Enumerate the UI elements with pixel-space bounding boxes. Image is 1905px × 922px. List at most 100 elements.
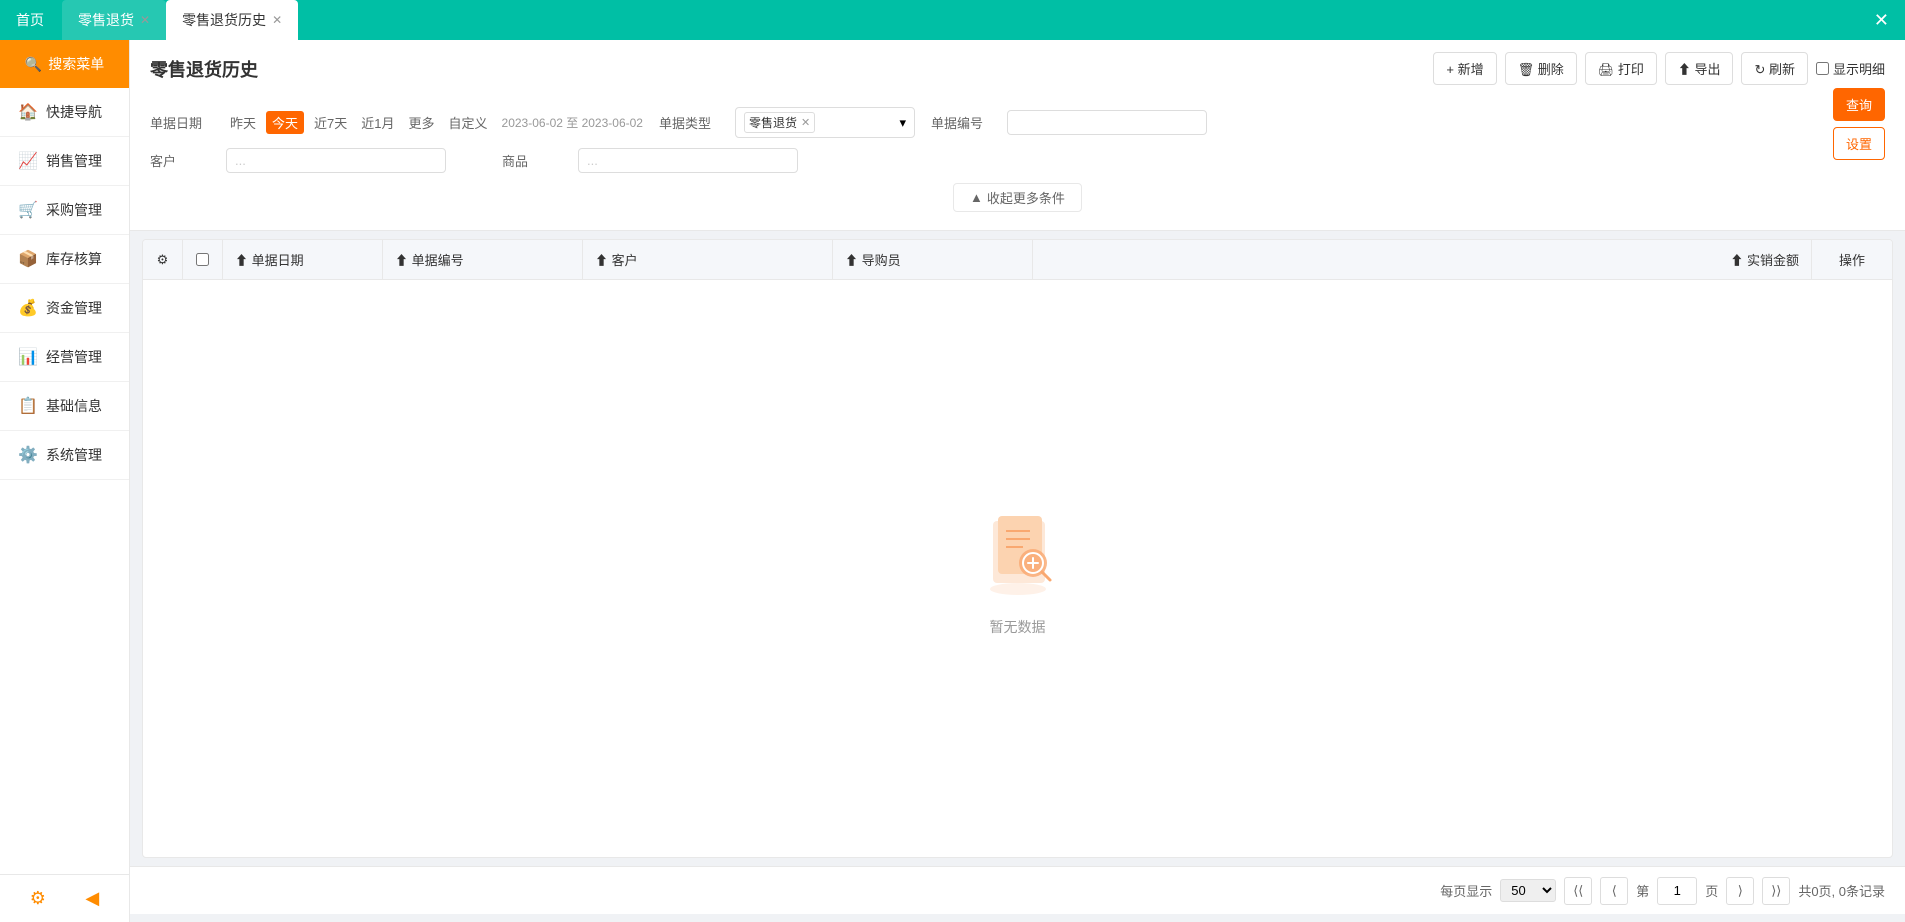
- per-page-label: 每页显示: [1440, 881, 1492, 900]
- date-filter-label: 单据日期: [150, 113, 210, 132]
- th-date[interactable]: ⬆ 单据日期: [223, 240, 383, 279]
- sidebar-item-inventory[interactable]: 📦 库存核算: [0, 235, 129, 284]
- collapse-sidebar-icon[interactable]: ◀: [85, 888, 99, 909]
- th-amount[interactable]: ⬆ 实销金额: [1033, 240, 1812, 279]
- setting-button[interactable]: 设置: [1833, 127, 1885, 160]
- sidebar-item-purchase[interactable]: 🛒 采购管理: [0, 186, 129, 235]
- goods-placeholder: ...: [587, 153, 598, 168]
- sidebar-item-system[interactable]: ⚙️ 系统管理: [0, 431, 129, 480]
- customer-placeholder: ...: [235, 153, 246, 168]
- total-text: 共0页, 0条记录: [1798, 881, 1885, 900]
- content-area: 零售退货历史 + 新增 🗑 删除 🖨 打印 ⬆ 导出 ↻ 刷新 显示明细 单据日…: [130, 40, 1905, 922]
- th-customer[interactable]: ⬆ 客户: [583, 240, 833, 279]
- page-number-input[interactable]: [1657, 877, 1697, 905]
- sidebar-item-purchase-label: 采购管理: [46, 200, 102, 220]
- show-detail-checkbox[interactable]: [1816, 62, 1829, 75]
- sidebar-item-sales[interactable]: 📈 销售管理: [0, 137, 129, 186]
- next-page-button[interactable]: ⟩: [1726, 877, 1754, 905]
- th-customer-label: ⬆ 客户: [595, 250, 638, 269]
- doc-type-tag: 零售退货 ✕: [744, 112, 815, 133]
- show-detail-checkbox-label[interactable]: 显示明细: [1816, 59, 1885, 78]
- th-number-label: ⬆ 单据编号: [395, 250, 464, 269]
- sidebar: 🔍 搜索菜单 🏠 快捷导航 📈 销售管理 🛒 采购管理 📦 库存核算 💰: [0, 40, 130, 922]
- tab-retail-return-label: 零售退货: [78, 10, 134, 30]
- collapse-button[interactable]: ▲ 收起更多条件: [953, 183, 1082, 212]
- top-bar: 首页 零售退货 ✕ 零售退货历史 ✕ ✕: [0, 0, 1905, 40]
- content-title-row: 零售退货历史 + 新增 🗑 删除 🖨 打印 ⬆ 导出 ↻ 刷新 显示明细: [150, 52, 1885, 85]
- sidebar-item-quick-nav-label: 快捷导航: [46, 102, 102, 122]
- sales-icon: 📈: [18, 151, 38, 171]
- query-setting-buttons: 查询 设置: [1833, 88, 1885, 160]
- sidebar-items: 🏠 快捷导航 📈 销售管理 🛒 采购管理 📦 库存核算 💰 资金管理 📊: [0, 88, 129, 874]
- tab-retail-return-history-label: 零售退货历史: [182, 10, 266, 30]
- customer-filter-label: 客户: [150, 151, 210, 170]
- collapse-row: ▲ 收起更多条件: [150, 183, 1885, 212]
- date-option-1month[interactable]: 近1月: [357, 111, 398, 134]
- print-button[interactable]: 🖨 打印: [1585, 52, 1657, 85]
- sidebar-item-finance-label: 资金管理: [46, 298, 102, 318]
- th-checkbox[interactable]: [183, 240, 223, 279]
- home-icon: 🏠: [18, 102, 38, 122]
- date-option-7days[interactable]: 近7天: [310, 111, 351, 134]
- th-guide[interactable]: ⬆ 导购员: [833, 240, 1033, 279]
- sidebar-search-label: 搜索菜单: [48, 54, 104, 74]
- first-page-button[interactable]: ⟨⟨: [1564, 877, 1592, 905]
- export-button[interactable]: ⬆ 导出: [1665, 52, 1734, 85]
- goods-filter-label: 商品: [502, 151, 562, 170]
- th-number[interactable]: ⬆ 单据编号: [383, 240, 583, 279]
- pagination: 每页显示 20 50 100 ⟨⟨ ⟨ 第 页 ⟩ ⟩⟩ 共0页, 0条记录: [130, 866, 1905, 914]
- empty-text: 暂无数据: [990, 617, 1046, 637]
- window-close-button[interactable]: ✕: [1858, 10, 1905, 31]
- finance-icon: 💰: [18, 298, 38, 318]
- doc-number-input[interactable]: [1007, 110, 1207, 135]
- page-title: 零售退货历史: [150, 56, 258, 82]
- operations-icon: 📊: [18, 347, 38, 367]
- sidebar-item-sales-label: 销售管理: [46, 151, 102, 171]
- date-option-today[interactable]: 今天: [266, 111, 304, 134]
- sidebar-item-basic-info-label: 基础信息: [46, 396, 102, 416]
- date-range-display: 2023-06-02 至 2023-06-02: [502, 114, 643, 131]
- doc-type-tag-close[interactable]: ✕: [801, 116, 810, 129]
- sidebar-item-operations[interactable]: 📊 经营管理: [0, 333, 129, 382]
- th-date-label: ⬆ 单据日期: [235, 250, 304, 269]
- table-area: ⚙ ⬆ 单据日期 ⬆ 单据编号 ⬆ 客户 ⬆ 导购员: [142, 239, 1893, 858]
- tab-home-label: 首页: [16, 10, 44, 30]
- date-option-yesterday[interactable]: 昨天: [226, 111, 260, 134]
- delete-button[interactable]: 🗑 删除: [1505, 52, 1577, 85]
- table-header: ⚙ ⬆ 单据日期 ⬆ 单据编号 ⬆ 客户 ⬆ 导购员: [143, 240, 1892, 280]
- tab-list: 首页 零售退货 ✕ 零售退货历史 ✕: [0, 0, 1858, 40]
- doc-number-filter-label: 单据编号: [931, 113, 991, 132]
- sidebar-item-finance[interactable]: 💰 资金管理: [0, 284, 129, 333]
- select-all-checkbox[interactable]: [196, 253, 209, 266]
- empty-icon: [968, 501, 1068, 601]
- sidebar-item-quick-nav[interactable]: 🏠 快捷导航: [0, 88, 129, 137]
- collapse-label: 收起更多条件: [987, 188, 1065, 207]
- per-page-select[interactable]: 20 50 100: [1500, 879, 1556, 902]
- doc-type-dropdown-icon: ▾: [899, 115, 906, 131]
- doc-type-filter-label: 单据类型: [659, 113, 719, 132]
- query-button[interactable]: 查询: [1833, 88, 1885, 121]
- sidebar-item-basic-info[interactable]: 📋 基础信息: [0, 382, 129, 431]
- doc-type-select[interactable]: 零售退货 ✕ ▾: [735, 107, 915, 138]
- filter-area: 单据日期 昨天 今天 近7天 近1月 更多 自定义 2023-06-02 至 2…: [150, 97, 1885, 230]
- refresh-button[interactable]: ↻ 刷新: [1741, 52, 1808, 85]
- add-button[interactable]: + 新增: [1433, 52, 1496, 85]
- th-settings[interactable]: ⚙: [143, 240, 183, 279]
- tab-retail-return[interactable]: 零售退货 ✕: [62, 0, 166, 40]
- settings-bottom-icon[interactable]: ⚙: [30, 888, 46, 909]
- tab-retail-return-history[interactable]: 零售退货历史 ✕: [166, 0, 298, 40]
- search-icon: 🔍: [25, 56, 42, 73]
- customer-select[interactable]: ...: [226, 148, 446, 173]
- last-page-button[interactable]: ⟩⟩: [1762, 877, 1790, 905]
- date-options: 昨天 今天 近7天 近1月 更多 自定义 2023-06-02 至 2023-0…: [226, 111, 643, 134]
- sidebar-item-inventory-label: 库存核算: [46, 249, 102, 269]
- tab-home[interactable]: 首页: [0, 0, 60, 40]
- date-option-more[interactable]: 更多: [405, 111, 439, 134]
- basic-info-icon: 📋: [18, 396, 38, 416]
- prev-page-button[interactable]: ⟨: [1600, 877, 1628, 905]
- goods-select[interactable]: ...: [578, 148, 798, 173]
- tab-retail-return-history-close[interactable]: ✕: [272, 13, 282, 27]
- tab-retail-return-close[interactable]: ✕: [140, 13, 150, 27]
- sidebar-search[interactable]: 🔍 搜索菜单: [0, 40, 129, 88]
- date-option-custom[interactable]: 自定义: [445, 111, 492, 134]
